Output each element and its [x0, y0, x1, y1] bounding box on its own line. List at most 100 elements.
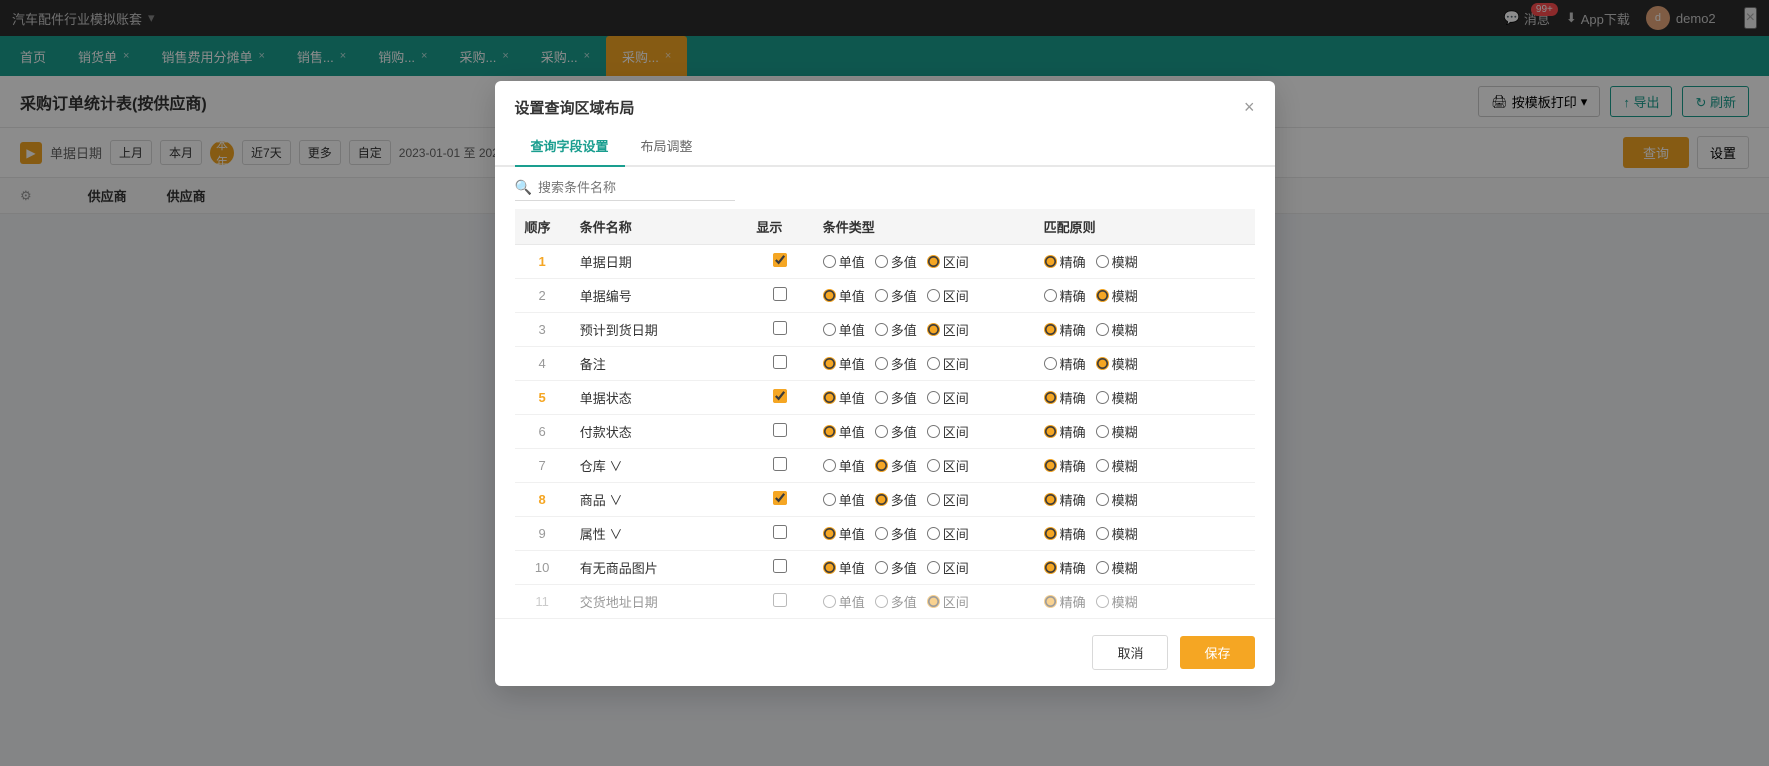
- match-fuzzy-radio[interactable]: [1096, 289, 1109, 302]
- show-checkbox[interactable]: [773, 321, 787, 335]
- match-exact-option[interactable]: 精确: [1044, 490, 1086, 509]
- match-fuzzy-option[interactable]: 模糊: [1096, 286, 1138, 305]
- type-range-radio[interactable]: [927, 255, 940, 268]
- show-checkbox[interactable]: [773, 525, 787, 539]
- modal-tab-layout[interactable]: 布局调整: [625, 128, 709, 167]
- type-multi-option[interactable]: 多值: [875, 320, 917, 339]
- match-fuzzy-option[interactable]: 模糊: [1096, 320, 1138, 339]
- type-range-option[interactable]: 区间: [927, 524, 969, 543]
- type-multi-option[interactable]: 多值: [875, 592, 917, 611]
- match-exact-option[interactable]: 精确: [1044, 558, 1086, 577]
- type-range-option[interactable]: 区间: [927, 354, 969, 373]
- type-range-radio[interactable]: [927, 459, 940, 472]
- match-fuzzy-option[interactable]: 模糊: [1096, 354, 1138, 373]
- type-single-option[interactable]: 单值: [823, 320, 865, 339]
- type-range-radio[interactable]: [927, 527, 940, 540]
- match-fuzzy-radio[interactable]: [1096, 357, 1109, 370]
- type-range-option[interactable]: 区间: [927, 422, 969, 441]
- type-multi-radio[interactable]: [875, 527, 888, 540]
- type-multi-radio[interactable]: [875, 459, 888, 472]
- save-btn[interactable]: 保存: [1180, 636, 1254, 669]
- show-checkbox[interactable]: [773, 593, 787, 607]
- match-fuzzy-radio[interactable]: [1096, 323, 1109, 336]
- match-fuzzy-option[interactable]: 模糊: [1096, 422, 1138, 441]
- match-exact-option[interactable]: 精确: [1044, 524, 1086, 543]
- match-exact-radio[interactable]: [1044, 323, 1057, 336]
- type-single-option[interactable]: 单值: [823, 456, 865, 475]
- type-single-radio[interactable]: [823, 527, 836, 540]
- type-single-option[interactable]: 单值: [823, 524, 865, 543]
- type-range-option[interactable]: 区间: [927, 320, 969, 339]
- type-single-option[interactable]: 单值: [823, 286, 865, 305]
- match-exact-option[interactable]: 精确: [1044, 286, 1086, 305]
- type-range-radio[interactable]: [927, 425, 940, 438]
- type-multi-option[interactable]: 多值: [875, 286, 917, 305]
- type-range-option[interactable]: 区间: [927, 456, 969, 475]
- type-single-option[interactable]: 单值: [823, 558, 865, 577]
- match-exact-radio[interactable]: [1044, 357, 1057, 370]
- type-single-radio[interactable]: [823, 289, 836, 302]
- type-single-option[interactable]: 单值: [823, 490, 865, 509]
- type-range-radio[interactable]: [927, 595, 940, 608]
- type-range-radio[interactable]: [927, 323, 940, 336]
- match-exact-option[interactable]: 精确: [1044, 456, 1086, 475]
- match-fuzzy-option[interactable]: 模糊: [1096, 490, 1138, 509]
- show-checkbox[interactable]: [773, 253, 787, 267]
- type-single-option[interactable]: 单值: [823, 592, 865, 611]
- match-fuzzy-radio[interactable]: [1096, 459, 1109, 472]
- match-fuzzy-option[interactable]: 模糊: [1096, 558, 1138, 577]
- type-single-radio[interactable]: [823, 391, 836, 404]
- type-multi-radio[interactable]: [875, 425, 888, 438]
- match-fuzzy-radio[interactable]: [1096, 493, 1109, 506]
- type-multi-option[interactable]: 多值: [875, 388, 917, 407]
- show-checkbox[interactable]: [773, 287, 787, 301]
- match-exact-option[interactable]: 精确: [1044, 388, 1086, 407]
- match-fuzzy-option[interactable]: 模糊: [1096, 252, 1138, 271]
- type-single-radio[interactable]: [823, 323, 836, 336]
- show-checkbox[interactable]: [773, 389, 787, 403]
- type-range-option[interactable]: 区间: [927, 490, 969, 509]
- search-input[interactable]: [538, 180, 718, 195]
- match-fuzzy-option[interactable]: 模糊: [1096, 388, 1138, 407]
- match-exact-radio[interactable]: [1044, 493, 1057, 506]
- type-multi-option[interactable]: 多值: [875, 252, 917, 271]
- match-exact-option[interactable]: 精确: [1044, 354, 1086, 373]
- match-fuzzy-radio[interactable]: [1096, 595, 1109, 608]
- match-exact-radio[interactable]: [1044, 289, 1057, 302]
- type-multi-option[interactable]: 多值: [875, 524, 917, 543]
- type-multi-radio[interactable]: [875, 561, 888, 574]
- type-single-radio[interactable]: [823, 255, 836, 268]
- type-range-radio[interactable]: [927, 493, 940, 506]
- type-single-option[interactable]: 单值: [823, 422, 865, 441]
- match-fuzzy-radio[interactable]: [1096, 561, 1109, 574]
- type-single-radio[interactable]: [823, 493, 836, 506]
- type-range-radio[interactable]: [927, 289, 940, 302]
- match-exact-radio[interactable]: [1044, 391, 1057, 404]
- type-multi-radio[interactable]: [875, 595, 888, 608]
- show-checkbox[interactable]: [773, 355, 787, 369]
- match-fuzzy-option[interactable]: 模糊: [1096, 524, 1138, 543]
- type-multi-radio[interactable]: [875, 323, 888, 336]
- match-exact-option[interactable]: 精确: [1044, 252, 1086, 271]
- show-checkbox[interactable]: [773, 491, 787, 505]
- match-exact-radio[interactable]: [1044, 561, 1057, 574]
- type-single-radio[interactable]: [823, 561, 836, 574]
- type-single-radio[interactable]: [823, 357, 836, 370]
- match-fuzzy-radio[interactable]: [1096, 425, 1109, 438]
- type-multi-option[interactable]: 多值: [875, 490, 917, 509]
- type-single-radio[interactable]: [823, 425, 836, 438]
- show-checkbox[interactable]: [773, 457, 787, 471]
- modal-close-btn[interactable]: ×: [1244, 97, 1255, 118]
- match-exact-radio[interactable]: [1044, 255, 1057, 268]
- type-range-option[interactable]: 区间: [927, 286, 969, 305]
- match-fuzzy-option[interactable]: 模糊: [1096, 456, 1138, 475]
- match-fuzzy-radio[interactable]: [1096, 255, 1109, 268]
- match-fuzzy-radio[interactable]: [1096, 527, 1109, 540]
- type-single-option[interactable]: 单值: [823, 354, 865, 373]
- type-multi-option[interactable]: 多值: [875, 354, 917, 373]
- type-single-radio[interactable]: [823, 595, 836, 608]
- type-range-option[interactable]: 区间: [927, 252, 969, 271]
- match-exact-radio[interactable]: [1044, 527, 1057, 540]
- match-exact-option[interactable]: 精确: [1044, 592, 1086, 611]
- match-fuzzy-radio[interactable]: [1096, 391, 1109, 404]
